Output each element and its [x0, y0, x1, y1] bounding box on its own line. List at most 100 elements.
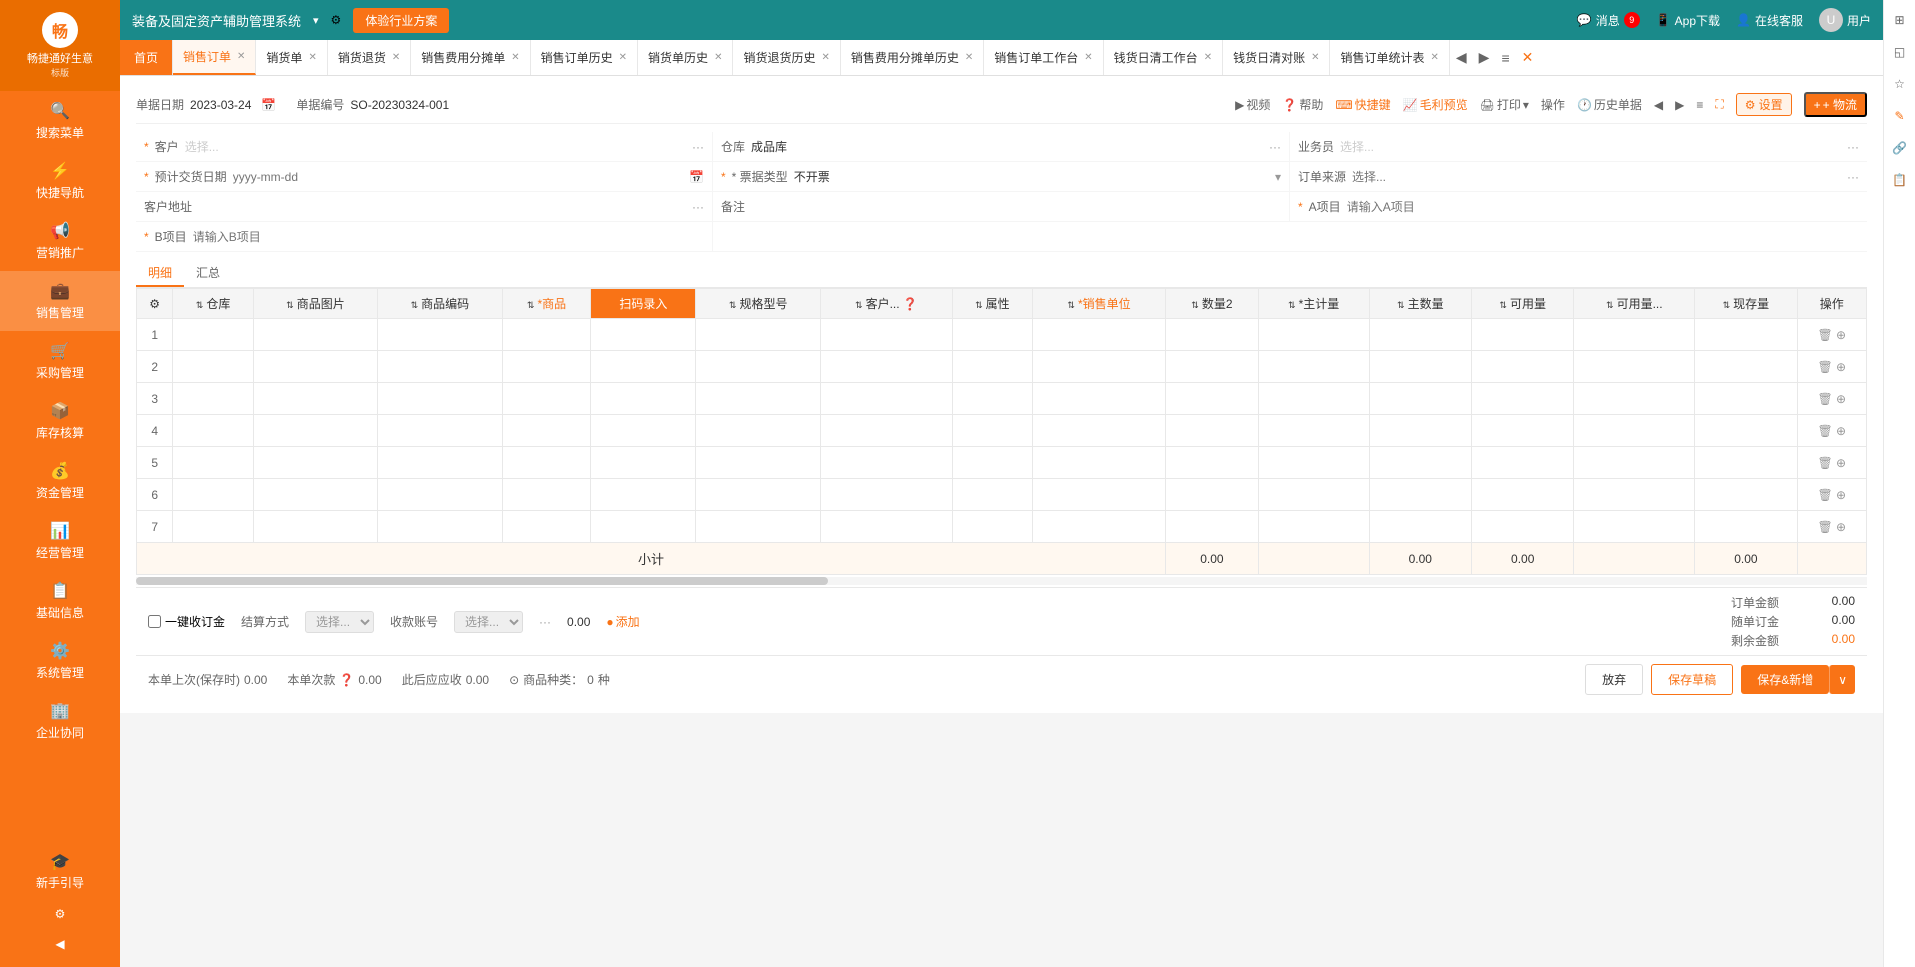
row-1-scan[interactable]	[591, 319, 696, 351]
b-project-input[interactable]	[193, 230, 704, 244]
salesperson-more-icon[interactable]: ···	[1847, 140, 1859, 154]
row-3-current-qty[interactable]	[1695, 383, 1797, 415]
row-4-main-qty[interactable]	[1369, 415, 1471, 447]
tab-close-sales-fee-split[interactable]: ✕	[511, 52, 519, 63]
tab-close-cash-daily-workbench[interactable]: ✕	[1204, 52, 1212, 63]
row-6-current-qty[interactable]	[1695, 479, 1797, 511]
delete-icon[interactable]: 🗑	[1817, 392, 1832, 406]
row-4-customer-code[interactable]	[820, 415, 952, 447]
row-7-sales-unit[interactable]	[1033, 511, 1166, 543]
customer-address-more-icon[interactable]: ···	[692, 200, 704, 214]
row-5-available-qty2[interactable]	[1574, 447, 1695, 479]
tab-nav-prev[interactable]: ◀	[1450, 40, 1473, 75]
order-source-dropdown-icon[interactable]: ···	[1847, 170, 1859, 184]
row-5-attribute[interactable]	[952, 447, 1032, 479]
row-3-customer-code[interactable]	[820, 383, 952, 415]
row-2-sales-unit[interactable]	[1033, 351, 1166, 383]
curr-total-icon[interactable]: ❓	[339, 673, 354, 687]
help-btn[interactable]: ❓ 帮助	[1282, 96, 1323, 113]
tab-close-sales-order[interactable]: ✕	[237, 51, 245, 62]
row-2-spec-model[interactable]	[696, 351, 820, 383]
row-2-product-code[interactable]	[378, 351, 502, 383]
row-4-scan[interactable]	[591, 415, 696, 447]
row-5-current-qty[interactable]	[1695, 447, 1797, 479]
row-7-spec-model[interactable]	[696, 511, 820, 543]
warehouse-more-icon[interactable]: ···	[1269, 140, 1281, 154]
right-panel-btn-1[interactable]: ⊞	[1888, 8, 1912, 32]
row-4-product-code[interactable]	[378, 415, 502, 447]
row-4-product-image[interactable]	[253, 415, 377, 447]
row-5-main-qty[interactable]	[1369, 447, 1471, 479]
sidebar-item-inventory[interactable]: 📦 库存核算	[0, 391, 120, 451]
row-5-actions[interactable]: 🗑 ⊕	[1797, 447, 1866, 479]
table-scrollbar[interactable]	[136, 577, 1867, 585]
tab-sales-order[interactable]: 销售订单 ✕	[173, 40, 256, 75]
row-3-qty2[interactable]	[1166, 383, 1259, 415]
tab-sales-return[interactable]: 销货单 ✕	[256, 40, 327, 75]
row-7-product-image[interactable]	[253, 511, 377, 543]
save-draft-button[interactable]: 保存草稿	[1651, 664, 1733, 695]
row-3-product-code[interactable]	[378, 383, 502, 415]
row-3-available-qty2[interactable]	[1574, 383, 1695, 415]
quick-deposit-input[interactable]	[148, 615, 161, 628]
row-6-product-code[interactable]	[378, 479, 502, 511]
row-2-main-qty[interactable]	[1369, 351, 1471, 383]
sidebar-item-search[interactable]: 🔍 搜索菜单	[0, 91, 120, 151]
a-project-input[interactable]	[1347, 200, 1859, 214]
right-panel-btn-2[interactable]: ◱	[1888, 40, 1912, 64]
row-5-sales-unit[interactable]	[1033, 447, 1166, 479]
row-1-spec-model[interactable]	[696, 319, 820, 351]
row-5-scan[interactable]	[591, 447, 696, 479]
row-3-main-qty[interactable]	[1369, 383, 1471, 415]
row-1-available-qty[interactable]	[1472, 319, 1574, 351]
sidebar-item-basic[interactable]: 📋 基础信息	[0, 571, 120, 631]
row-1-product[interactable]	[502, 319, 591, 351]
row-1-attribute[interactable]	[952, 319, 1032, 351]
row-1-product-image[interactable]	[253, 319, 377, 351]
sidebar-item-system[interactable]: ⚙️ 系统管理	[0, 631, 120, 691]
tab-nav-close-all[interactable]: ✕	[1516, 40, 1540, 75]
row-6-sales-unit[interactable]	[1033, 479, 1166, 511]
calendar-icon[interactable]: 📅	[261, 98, 276, 112]
row-2-scan[interactable]	[591, 351, 696, 383]
tab-sales-return-goods[interactable]: 销货退货 ✕	[328, 40, 411, 75]
tab-sales-order-summary[interactable]: 销售订单统计表 ✕	[1330, 40, 1449, 75]
row-3-scan[interactable]	[591, 383, 696, 415]
row-5-qty2[interactable]	[1166, 447, 1259, 479]
row-1-available-qty2[interactable]	[1574, 319, 1695, 351]
row-3-attribute[interactable]	[952, 383, 1032, 415]
row-5-product-code[interactable]	[378, 447, 502, 479]
tab-close-sales-order-history[interactable]: ✕	[619, 52, 627, 63]
row-3-spec-model[interactable]	[696, 383, 820, 415]
tab-close-sales-fee-split-history[interactable]: ✕	[965, 52, 973, 63]
tab-close-sales-return[interactable]: ✕	[308, 52, 316, 63]
row-1-current-qty[interactable]	[1695, 319, 1797, 351]
view-btn[interactable]: ▶ 视频	[1235, 96, 1270, 113]
save-new-button[interactable]: 保存&新增	[1741, 665, 1829, 694]
row-3-product[interactable]	[502, 383, 591, 415]
row-5-main-unit[interactable]	[1258, 447, 1369, 479]
row-6-main-unit[interactable]	[1258, 479, 1369, 511]
right-panel-btn-5[interactable]: 🔗	[1888, 136, 1912, 160]
row-4-warehouse[interactable]	[173, 415, 253, 447]
sidebar-item-enterprise[interactable]: 🏢 企业协同	[0, 691, 120, 751]
row-5-customer-code[interactable]	[820, 447, 952, 479]
history-btn[interactable]: 🕐 历史单据	[1577, 96, 1642, 113]
tab-nav-next[interactable]: ▶	[1473, 40, 1496, 75]
row-7-scan[interactable]	[591, 511, 696, 543]
copy-icon[interactable]: ⊕	[1836, 520, 1846, 534]
row-4-current-qty[interactable]	[1695, 415, 1797, 447]
row-4-product[interactable]	[502, 415, 591, 447]
row-5-spec-model[interactable]	[696, 447, 820, 479]
tab-cash-daily-workbench[interactable]: 钱货日清工作台 ✕	[1104, 40, 1223, 75]
row-7-available-qty[interactable]	[1472, 511, 1574, 543]
row-2-product-image[interactable]	[253, 351, 377, 383]
delete-icon[interactable]: 🗑	[1817, 488, 1832, 502]
delete-icon[interactable]: 🗑	[1817, 456, 1832, 470]
account-more-icon[interactable]: ···	[539, 615, 551, 629]
row-6-warehouse[interactable]	[173, 479, 253, 511]
tab-sales-fee-split-history[interactable]: 销售费用分摊单历史 ✕	[841, 40, 984, 75]
copy-icon[interactable]: ⊕	[1836, 392, 1846, 406]
row-7-actions[interactable]: 🗑 ⊕	[1797, 511, 1866, 543]
expected-date-calendar-icon[interactable]: 📅	[689, 170, 704, 184]
